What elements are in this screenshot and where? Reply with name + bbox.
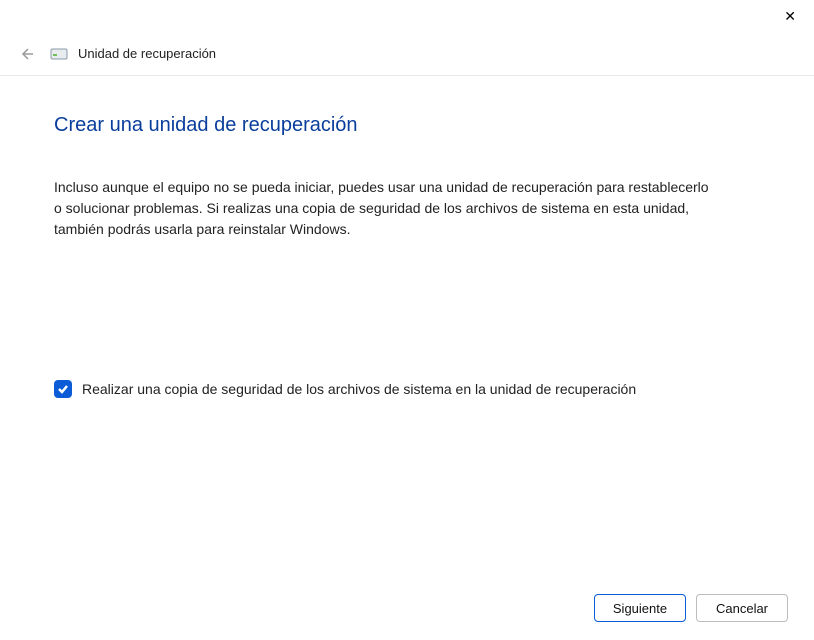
window-header: Unidad de recuperación — [0, 32, 814, 76]
close-icon[interactable]: ✕ — [784, 9, 796, 23]
header-title: Unidad de recuperación — [78, 46, 216, 61]
drive-icon — [50, 47, 68, 61]
cancel-button[interactable]: Cancelar — [696, 594, 788, 622]
page-description: Incluso aunque el equipo no se pueda ini… — [54, 177, 714, 240]
main-content: Crear una unidad de recuperación Incluso… — [0, 76, 814, 398]
next-button[interactable]: Siguiente — [594, 594, 686, 622]
back-arrow-icon[interactable] — [18, 46, 34, 62]
page-heading: Crear una unidad de recuperación — [54, 114, 760, 137]
backup-system-files-checkbox[interactable] — [54, 380, 72, 398]
backup-system-files-label: Realizar una copia de seguridad de los a… — [82, 381, 636, 397]
